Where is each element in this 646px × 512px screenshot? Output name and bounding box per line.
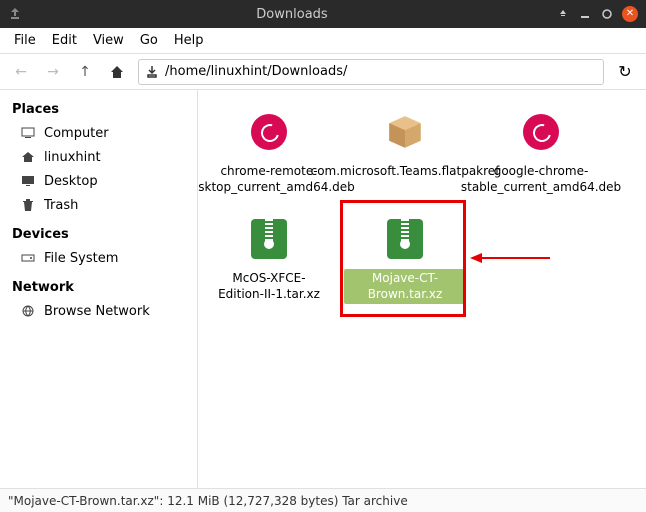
keep-above-button[interactable] bbox=[556, 7, 570, 21]
reload-button[interactable]: ↻ bbox=[610, 58, 640, 86]
home-icon bbox=[20, 149, 36, 165]
archive-icon bbox=[245, 215, 293, 263]
file-label: Mojave-CT-Brown.tar.xz bbox=[344, 269, 466, 304]
file-ms-teams-flatpak[interactable]: com.microsoft.Teams.flatpakref bbox=[340, 104, 470, 201]
titlebar: Downloads ✕ bbox=[0, 0, 646, 28]
window-title: Downloads bbox=[28, 7, 556, 22]
sidebar-item-label: File System bbox=[44, 251, 118, 266]
up-button[interactable]: ↑ bbox=[70, 58, 100, 86]
package-icon bbox=[381, 108, 429, 156]
menu-view[interactable]: View bbox=[85, 30, 132, 51]
sidebar-item-label: Trash bbox=[44, 198, 78, 213]
trash-icon bbox=[20, 197, 36, 213]
forward-button[interactable]: → bbox=[38, 58, 68, 86]
app-icon bbox=[8, 7, 28, 21]
file-label: McOS-XFCE-Edition-II-1.tar.xz bbox=[208, 269, 330, 304]
home-button[interactable] bbox=[102, 58, 132, 86]
download-icon bbox=[145, 65, 159, 79]
file-google-chrome[interactable]: google-chrome-stable_current_amd64.deb bbox=[476, 104, 606, 201]
sidebar-item-linuxhint[interactable]: linuxhint bbox=[0, 145, 197, 169]
menu-file[interactable]: File bbox=[6, 30, 44, 51]
sidebar-item-filesystem[interactable]: File System bbox=[0, 246, 197, 270]
file-mcos-xfce[interactable]: McOS-XFCE-Edition-II-1.tar.xz bbox=[204, 211, 334, 308]
debian-icon bbox=[245, 108, 293, 156]
close-button[interactable]: ✕ bbox=[622, 6, 638, 22]
file-chrome-remote-desktop[interactable]: chrome-remote-desktop_current_amd64.deb bbox=[204, 104, 334, 201]
sidebar-item-label: Computer bbox=[44, 126, 109, 141]
debian-icon bbox=[517, 108, 565, 156]
archive-icon bbox=[381, 215, 429, 263]
statusbar: "Mojave-CT-Brown.tar.xz": 12.1 MiB (12,7… bbox=[0, 488, 646, 512]
menu-go[interactable]: Go bbox=[132, 30, 166, 51]
path-text: /home/linuxhint/Downloads/ bbox=[165, 64, 347, 79]
sidebar-item-computer[interactable]: Computer bbox=[0, 121, 197, 145]
sidebar-item-label: linuxhint bbox=[44, 150, 101, 165]
network-heading: Network bbox=[0, 276, 197, 299]
places-heading: Places bbox=[0, 98, 197, 121]
minimize-button[interactable] bbox=[578, 7, 592, 21]
status-text: "Mojave-CT-Brown.tar.xz": 12.1 MiB (12,7… bbox=[8, 494, 408, 508]
sidebar: Places Computer linuxhint Desktop Trash … bbox=[0, 90, 198, 488]
sidebar-item-trash[interactable]: Trash bbox=[0, 193, 197, 217]
sidebar-item-browse-network[interactable]: Browse Network bbox=[0, 299, 197, 323]
disk-icon bbox=[20, 250, 36, 266]
computer-icon bbox=[20, 125, 36, 141]
desktop-icon bbox=[20, 173, 36, 189]
path-input[interactable]: /home/linuxhint/Downloads/ bbox=[138, 59, 604, 85]
toolbar: ← → ↑ /home/linuxhint/Downloads/ ↻ bbox=[0, 54, 646, 90]
menu-edit[interactable]: Edit bbox=[44, 30, 85, 51]
file-label: google-chrome-stable_current_amd64.deb bbox=[457, 162, 625, 197]
maximize-button[interactable] bbox=[600, 7, 614, 21]
file-mojave-ct-brown[interactable]: Mojave-CT-Brown.tar.xz bbox=[340, 211, 470, 308]
sidebar-item-desktop[interactable]: Desktop bbox=[0, 169, 197, 193]
devices-heading: Devices bbox=[0, 223, 197, 246]
file-view[interactable]: chrome-remote-desktop_current_amd64.deb … bbox=[198, 90, 646, 488]
back-button[interactable]: ← bbox=[6, 58, 36, 86]
menubar: File Edit View Go Help bbox=[0, 28, 646, 54]
menu-help[interactable]: Help bbox=[166, 30, 212, 51]
network-icon bbox=[20, 303, 36, 319]
sidebar-item-label: Desktop bbox=[44, 174, 98, 189]
sidebar-item-label: Browse Network bbox=[44, 304, 150, 319]
